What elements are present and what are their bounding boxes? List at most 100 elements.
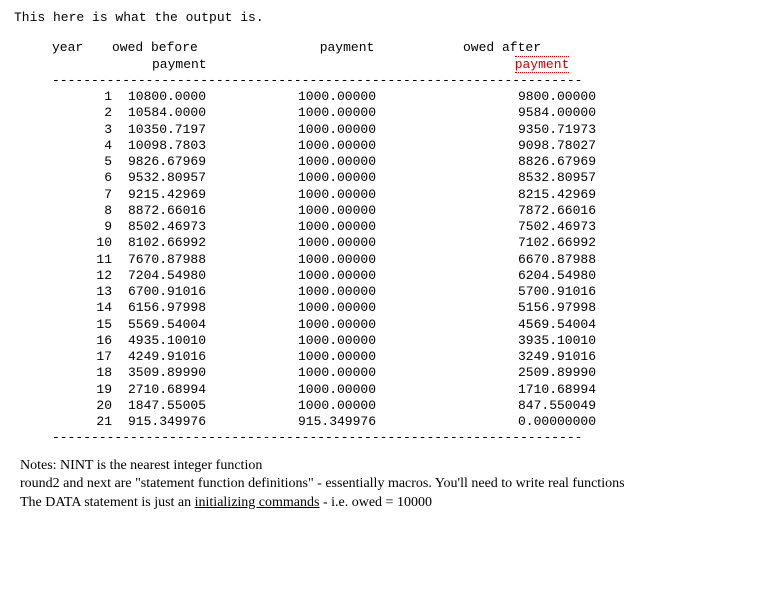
- cell-owed-after: 5156.97998: [468, 300, 688, 316]
- table-row: 183509.899901000.000002509.89990: [52, 365, 766, 381]
- table-row: 21915.349976915.3499760.00000000: [52, 414, 766, 430]
- cell-owed-before: 9215.42969: [128, 187, 258, 203]
- cell-owed-before: 5569.54004: [128, 317, 258, 333]
- cell-owed-before: 9532.80957: [128, 170, 258, 186]
- cell-owed-after: 3249.91016: [468, 349, 688, 365]
- cell-owed-after: 7102.66992: [468, 235, 688, 251]
- cell-owed-after: 2509.89990: [468, 365, 688, 381]
- table-row: 108102.669921000.000007102.66992: [52, 235, 766, 251]
- cell-payment: 1000.00000: [258, 365, 468, 381]
- cell-owed-after: 8826.67969: [468, 154, 688, 170]
- cell-owed-before: 9826.67969: [128, 154, 258, 170]
- header-owed-after-l1: owed after: [422, 40, 582, 56]
- table-header-row2: payment payment: [52, 57, 766, 73]
- cell-year: 10: [52, 235, 128, 251]
- cell-owed-before: 7670.87988: [128, 252, 258, 268]
- notes-line-1: Notes: NINT is the nearest integer funct…: [20, 457, 766, 475]
- cell-year: 1: [52, 89, 128, 105]
- cell-owed-after: 9098.78027: [468, 138, 688, 154]
- cell-payment: 1000.00000: [258, 170, 468, 186]
- table-row: 201847.550051000.00000847.550049: [52, 398, 766, 414]
- divider-bottom: ----------------------------------------…: [52, 430, 766, 446]
- cell-year: 2: [52, 105, 128, 121]
- table-row: 59826.679691000.000008826.67969: [52, 154, 766, 170]
- cell-year: 3: [52, 122, 128, 138]
- header-payment: payment: [272, 40, 422, 56]
- cell-payment: 1000.00000: [258, 235, 468, 251]
- cell-year: 11: [52, 252, 128, 268]
- cell-owed-before: 6700.91016: [128, 284, 258, 300]
- cell-owed-before: 3509.89990: [128, 365, 258, 381]
- table-row: 174249.910161000.000003249.91016: [52, 349, 766, 365]
- cell-owed-before: 10098.7803: [128, 138, 258, 154]
- cell-owed-before: 10800.0000: [128, 89, 258, 105]
- cell-owed-before: 6156.97998: [128, 300, 258, 316]
- cell-owed-before: 10584.0000: [128, 105, 258, 121]
- notes-line-2: round2 and next are "statement function …: [20, 475, 766, 493]
- table-row: 79215.429691000.000008215.42969: [52, 187, 766, 203]
- cell-payment: 1000.00000: [258, 349, 468, 365]
- cell-year: 5: [52, 154, 128, 170]
- header-owed-before-l1: owed before: [112, 40, 272, 56]
- cell-payment: 1000.00000: [258, 219, 468, 235]
- table-row: 127204.549801000.000006204.54980: [52, 268, 766, 284]
- cell-owed-before: 4249.91016: [128, 349, 258, 365]
- cell-owed-after: 0.00000000: [468, 414, 688, 430]
- cell-owed-after: 4569.54004: [468, 317, 688, 333]
- table-row: 110800.00001000.000009800.00000: [52, 89, 766, 105]
- header-owed-before-l2: payment: [112, 57, 312, 73]
- cell-year: 19: [52, 382, 128, 398]
- header-year: year: [52, 40, 112, 56]
- cell-owed-after: 9350.71973: [468, 122, 688, 138]
- cell-owed-before: 10350.7197: [128, 122, 258, 138]
- cell-owed-before: 7204.54980: [128, 268, 258, 284]
- data-table: 110800.00001000.000009800.00000210584.00…: [52, 89, 766, 430]
- cell-payment: 1000.00000: [258, 105, 468, 121]
- cell-owed-after: 7502.46973: [468, 219, 688, 235]
- cell-year: 14: [52, 300, 128, 316]
- cell-year: 4: [52, 138, 128, 154]
- cell-owed-after: 8532.80957: [468, 170, 688, 186]
- cell-owed-before: 2710.68994: [128, 382, 258, 398]
- table-row: 88872.660161000.000007872.66016: [52, 203, 766, 219]
- cell-owed-after: 9584.00000: [468, 105, 688, 121]
- cell-owed-before: 915.349976: [128, 414, 258, 430]
- cell-owed-before: 8872.66016: [128, 203, 258, 219]
- cell-year: 20: [52, 398, 128, 414]
- notes-block: Notes: NINT is the nearest integer funct…: [20, 457, 766, 512]
- cell-payment: 1000.00000: [258, 333, 468, 349]
- cell-owed-before: 1847.55005: [128, 398, 258, 414]
- cell-year: 16: [52, 333, 128, 349]
- cell-payment: 1000.00000: [258, 398, 468, 414]
- cell-payment: 1000.00000: [258, 268, 468, 284]
- table-row: 136700.910161000.000005700.91016: [52, 284, 766, 300]
- cell-payment: 1000.00000: [258, 284, 468, 300]
- table-row: 155569.540041000.000004569.54004: [52, 317, 766, 333]
- notes-underlined: initializing commands: [195, 495, 320, 510]
- cell-year: 6: [52, 170, 128, 186]
- cell-payment: 1000.00000: [258, 252, 468, 268]
- cell-owed-after: 1710.68994: [468, 382, 688, 398]
- table-row: 69532.809571000.000008532.80957: [52, 170, 766, 186]
- cell-owed-after: 9800.00000: [468, 89, 688, 105]
- cell-owed-after: 7872.66016: [468, 203, 688, 219]
- cell-owed-after: 6204.54980: [468, 268, 688, 284]
- cell-owed-after: 6670.87988: [468, 252, 688, 268]
- cell-owed-after: 8215.42969: [468, 187, 688, 203]
- cell-payment: 1000.00000: [258, 138, 468, 154]
- cell-year: 18: [52, 365, 128, 381]
- cell-payment: 1000.00000: [258, 122, 468, 138]
- cell-year: 12: [52, 268, 128, 284]
- cell-payment: 1000.00000: [258, 154, 468, 170]
- table-row: 164935.100101000.000003935.10010: [52, 333, 766, 349]
- cell-year: 8: [52, 203, 128, 219]
- cell-owed-after: 3935.10010: [468, 333, 688, 349]
- intro-text: This here is what the output is.: [14, 10, 766, 26]
- divider-top: ----------------------------------------…: [52, 73, 766, 89]
- cell-owed-before: 4935.10010: [128, 333, 258, 349]
- notes-line-3: The DATA statement is just an initializi…: [20, 494, 766, 512]
- table-row: 210584.00001000.000009584.00000: [52, 105, 766, 121]
- table-row: 117670.879881000.000006670.87988: [52, 252, 766, 268]
- cell-year: 9: [52, 219, 128, 235]
- cell-payment: 1000.00000: [258, 187, 468, 203]
